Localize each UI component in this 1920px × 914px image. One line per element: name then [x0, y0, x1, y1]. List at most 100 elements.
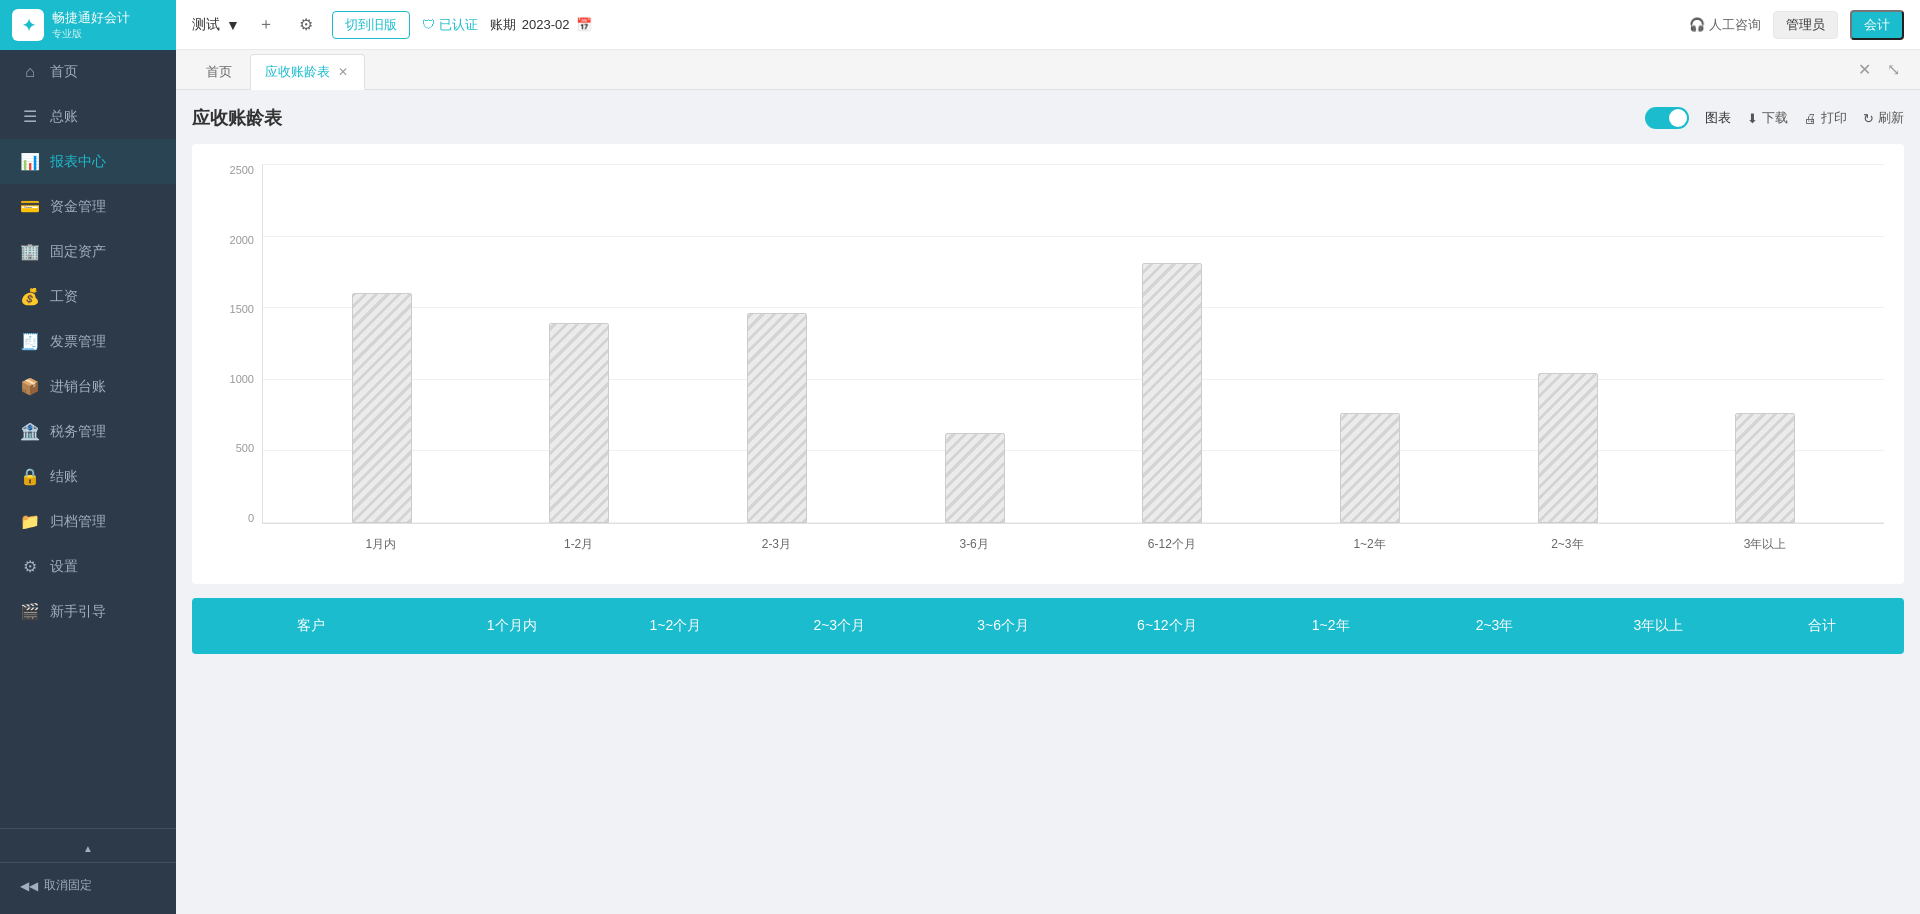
sidebar-item-archive[interactable]: 📁 归档管理: [0, 499, 176, 544]
refresh-button[interactable]: ↻ 刷新: [1863, 109, 1904, 127]
sidebar-item-wage[interactable]: 💰 工资: [0, 274, 176, 319]
chart-toggle[interactable]: [1645, 107, 1689, 129]
tab-home[interactable]: 首页: [192, 54, 246, 90]
tab-close-icon[interactable]: ✕: [336, 65, 350, 79]
page-content: 应收账龄表 图表 ⬇ 下载 🖨 打印 ↻ 刷新: [176, 90, 1920, 914]
sidebar-label-fixed: 固定资产: [50, 243, 106, 261]
company-selector[interactable]: 测试 ▼: [192, 16, 240, 34]
bar-3y+: [1735, 413, 1795, 523]
close-period-icon: 🔒: [20, 467, 40, 486]
sidebar-label-tax: 税务管理: [50, 423, 106, 441]
maximize-button[interactable]: ⤡: [1883, 56, 1904, 83]
shield-icon: 🛡: [422, 17, 435, 32]
scroll-up-arrow[interactable]: ▲: [0, 839, 176, 858]
th-1-2y: 1~2年: [1249, 617, 1413, 635]
fund-icon: 💳: [20, 197, 40, 216]
consult-label: 人工咨询: [1709, 16, 1761, 34]
sidebar-label-invoice: 发票管理: [50, 333, 106, 351]
sidebar-nav: ⌂ 首页 ☰ 总账 📊 报表中心 💳 资金管理 🏢 固定资产 💰 工资 🧾 发票…: [0, 50, 176, 828]
sidebar-item-home[interactable]: ⌂ 首页: [0, 50, 176, 94]
x-label-1m: 1月内: [282, 536, 480, 553]
chart-container: 0 500 1000 1500 2000 2500: [192, 144, 1904, 584]
bar-group-1m: [283, 293, 481, 523]
sidebar-label-archive: 归档管理: [50, 513, 106, 531]
verified-badge: 🛡 已认证: [422, 16, 478, 34]
th-1-2m: 1~2个月: [594, 617, 758, 635]
wage-icon: 💰: [20, 287, 40, 306]
bar-2-3m: [747, 313, 807, 523]
toggle-slider: [1645, 107, 1689, 129]
sidebar-item-invoice[interactable]: 🧾 发票管理: [0, 319, 176, 364]
role-button[interactable]: 会计: [1850, 10, 1904, 40]
bar-1m: [352, 293, 412, 523]
fixed-assets-icon: 🏢: [20, 242, 40, 261]
topbar: 测试 ▼ ＋ ⚙ 切到旧版 🛡 已认证 账期 2023-02 📅 🎧 人工咨询: [176, 0, 1920, 50]
y-label-1500: 1500: [230, 303, 254, 315]
sidebar-item-tax[interactable]: 🏦 税务管理: [0, 409, 176, 454]
sidebar-item-close[interactable]: 🔒 结账: [0, 454, 176, 499]
bar-group-1-2y: [1271, 413, 1469, 523]
bars-area: [263, 164, 1884, 523]
table-container: 客户 1个月内 1~2个月 2~3个月 3~6个月 6~12个月 1~2年 2~…: [192, 598, 1904, 654]
th-6-12m: 6~12个月: [1085, 617, 1249, 635]
cancel-fixed-label: 取消固定: [44, 877, 92, 894]
tab-home-label: 首页: [206, 63, 232, 81]
period-value: 2023-02: [522, 17, 570, 32]
ledger-icon: ☰: [20, 107, 40, 126]
sidebar-item-trade[interactable]: 📦 进销台账: [0, 364, 176, 409]
guide-icon: 🎬: [20, 602, 40, 621]
download-label: 下载: [1762, 109, 1788, 127]
print-button[interactable]: 🖨 打印: [1804, 109, 1847, 127]
logo-title: 畅捷通好会计: [52, 10, 130, 27]
sidebar-label-fund: 资金管理: [50, 198, 106, 216]
calendar-icon[interactable]: 📅: [576, 17, 592, 32]
tab-aging-label: 应收账龄表: [265, 63, 330, 81]
trade-icon: 📦: [20, 377, 40, 396]
sidebar-item-ledger[interactable]: ☰ 总账: [0, 94, 176, 139]
x-label-2-3y: 2~3年: [1469, 536, 1667, 553]
settings-icon: ⚙: [20, 557, 40, 576]
chevron-down-icon: ▼: [226, 17, 240, 33]
x-label-1-2m: 1-2月: [480, 536, 678, 553]
sidebar-item-guide[interactable]: 🎬 新手引导: [0, 589, 176, 634]
consult-button[interactable]: 🎧 人工咨询: [1689, 16, 1761, 34]
cancel-fixed-button[interactable]: ◀◀ 取消固定: [0, 867, 176, 904]
y-label-1000: 1000: [230, 373, 254, 385]
sidebar-label-trade: 进销台账: [50, 378, 106, 396]
close-tab-button[interactable]: ✕: [1854, 56, 1875, 83]
y-label-0: 0: [248, 512, 254, 524]
sidebar-bottom: ▲ ◀◀ 取消固定: [0, 828, 176, 914]
add-button[interactable]: ＋: [252, 11, 280, 39]
th-3-6m: 3~6个月: [921, 617, 1085, 635]
th-total: 合计: [1740, 617, 1904, 635]
bar-group-3y+: [1666, 413, 1864, 523]
sidebar-item-fund[interactable]: 💳 资金管理: [0, 184, 176, 229]
logo-icon: ✦: [12, 9, 44, 41]
logo-subtitle: 专业版: [52, 27, 130, 40]
settings-topbar-button[interactable]: ⚙: [292, 11, 320, 39]
switch-old-label: 切到旧版: [345, 17, 397, 32]
topbar-right: 🎧 人工咨询 管理员 会计: [1689, 10, 1904, 40]
pin-left-icon: ◀◀: [20, 879, 38, 893]
tab-aging[interactable]: 应收账龄表 ✕: [250, 54, 365, 90]
sidebar-item-report[interactable]: 📊 报表中心: [0, 139, 176, 184]
sidebar-label-ledger: 总账: [50, 108, 78, 126]
verified-label: 已认证: [439, 16, 478, 34]
sidebar-label-guide: 新手引导: [50, 603, 106, 621]
headset-icon: 🎧: [1689, 17, 1705, 32]
role-label: 会计: [1864, 17, 1890, 32]
invoice-icon: 🧾: [20, 332, 40, 351]
download-button[interactable]: ⬇ 下载: [1747, 109, 1788, 127]
sidebar-item-fixed-assets[interactable]: 🏢 固定资产: [0, 229, 176, 274]
sidebar-item-settings[interactable]: ⚙ 设置: [0, 544, 176, 589]
sidebar: ✦ 畅捷通好会计 专业版 ⌂ 首页 ☰ 总账 📊 报表中心 💳 资金管理 🏢 固…: [0, 0, 176, 914]
sidebar-label-settings: 设置: [50, 558, 78, 576]
company-name: 测试: [192, 16, 220, 34]
report-icon: 📊: [20, 152, 40, 171]
y-label-2500: 2500: [230, 164, 254, 176]
switch-old-version-button[interactable]: 切到旧版: [332, 11, 410, 39]
bar-group-1-2m: [481, 323, 679, 523]
logo-text-block: 畅捷通好会计 专业版: [52, 10, 130, 40]
sidebar-logo: ✦ 畅捷通好会计 专业版: [0, 0, 176, 50]
user-button[interactable]: 管理员: [1773, 11, 1838, 39]
